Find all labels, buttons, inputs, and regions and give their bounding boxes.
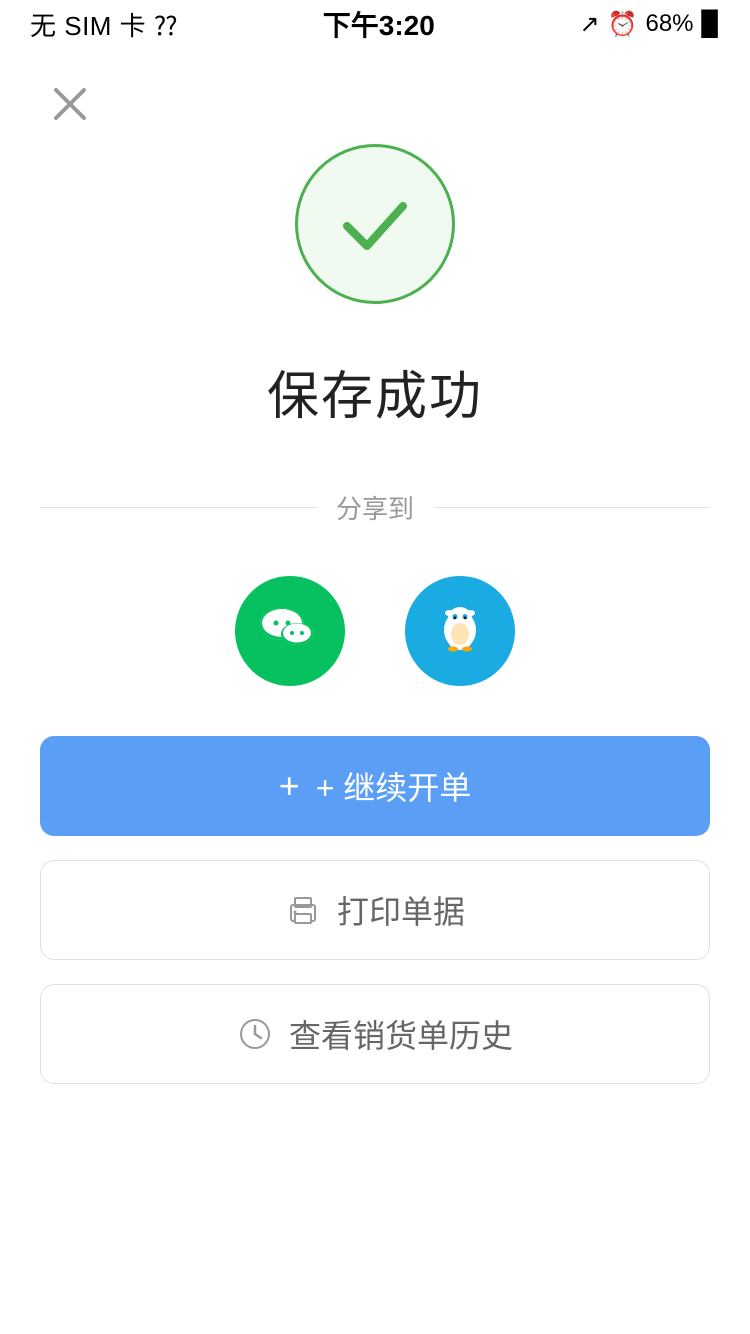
print-button[interactable]: 打印单据	[40, 860, 710, 960]
clock-icon	[237, 1016, 273, 1052]
main-content: 保存成功 分享到	[0, 44, 750, 1334]
divider-left	[40, 507, 316, 508]
history-label: 查看销货单历史	[289, 1011, 513, 1057]
share-label: 分享到	[336, 489, 414, 526]
continue-button[interactable]: + + 继续开单	[40, 736, 710, 836]
close-button[interactable]	[40, 74, 100, 134]
qq-icon	[425, 596, 495, 666]
status-time: 下午3:20	[323, 4, 435, 44]
success-title: 保存成功	[267, 354, 483, 429]
history-button[interactable]: 查看销货单历史	[40, 984, 710, 1084]
divider-right	[434, 507, 710, 508]
print-label: 打印单据	[337, 887, 465, 933]
alarm-icon: ⏰	[608, 10, 638, 39]
wechat-icon	[255, 596, 325, 666]
share-section: 分享到	[40, 489, 710, 686]
wechat-share-button[interactable]	[235, 576, 345, 686]
battery-icon: ▉	[702, 10, 720, 39]
status-left: 无 SIM 卡 ⁇	[30, 6, 178, 43]
battery-percentage: 68%	[645, 10, 693, 38]
status-bar: 无 SIM 卡 ⁇ 下午3:20 ↗ ⏰ 68% ▉	[0, 0, 750, 44]
location-icon: ↗	[579, 10, 599, 39]
continue-label: + 继续开单	[316, 763, 472, 809]
qq-share-button[interactable]	[405, 576, 515, 686]
share-icons	[235, 576, 515, 686]
plus-icon: +	[279, 765, 300, 807]
checkmark-icon	[335, 184, 415, 264]
printer-icon	[285, 892, 321, 928]
action-buttons: + + 继续开单 打印单据 查看销货单历史	[40, 736, 710, 1084]
success-circle	[295, 144, 455, 304]
close-icon	[52, 86, 88, 122]
status-right: ↗ ⏰ 68% ▉	[579, 10, 720, 39]
share-divider: 分享到	[40, 489, 710, 526]
